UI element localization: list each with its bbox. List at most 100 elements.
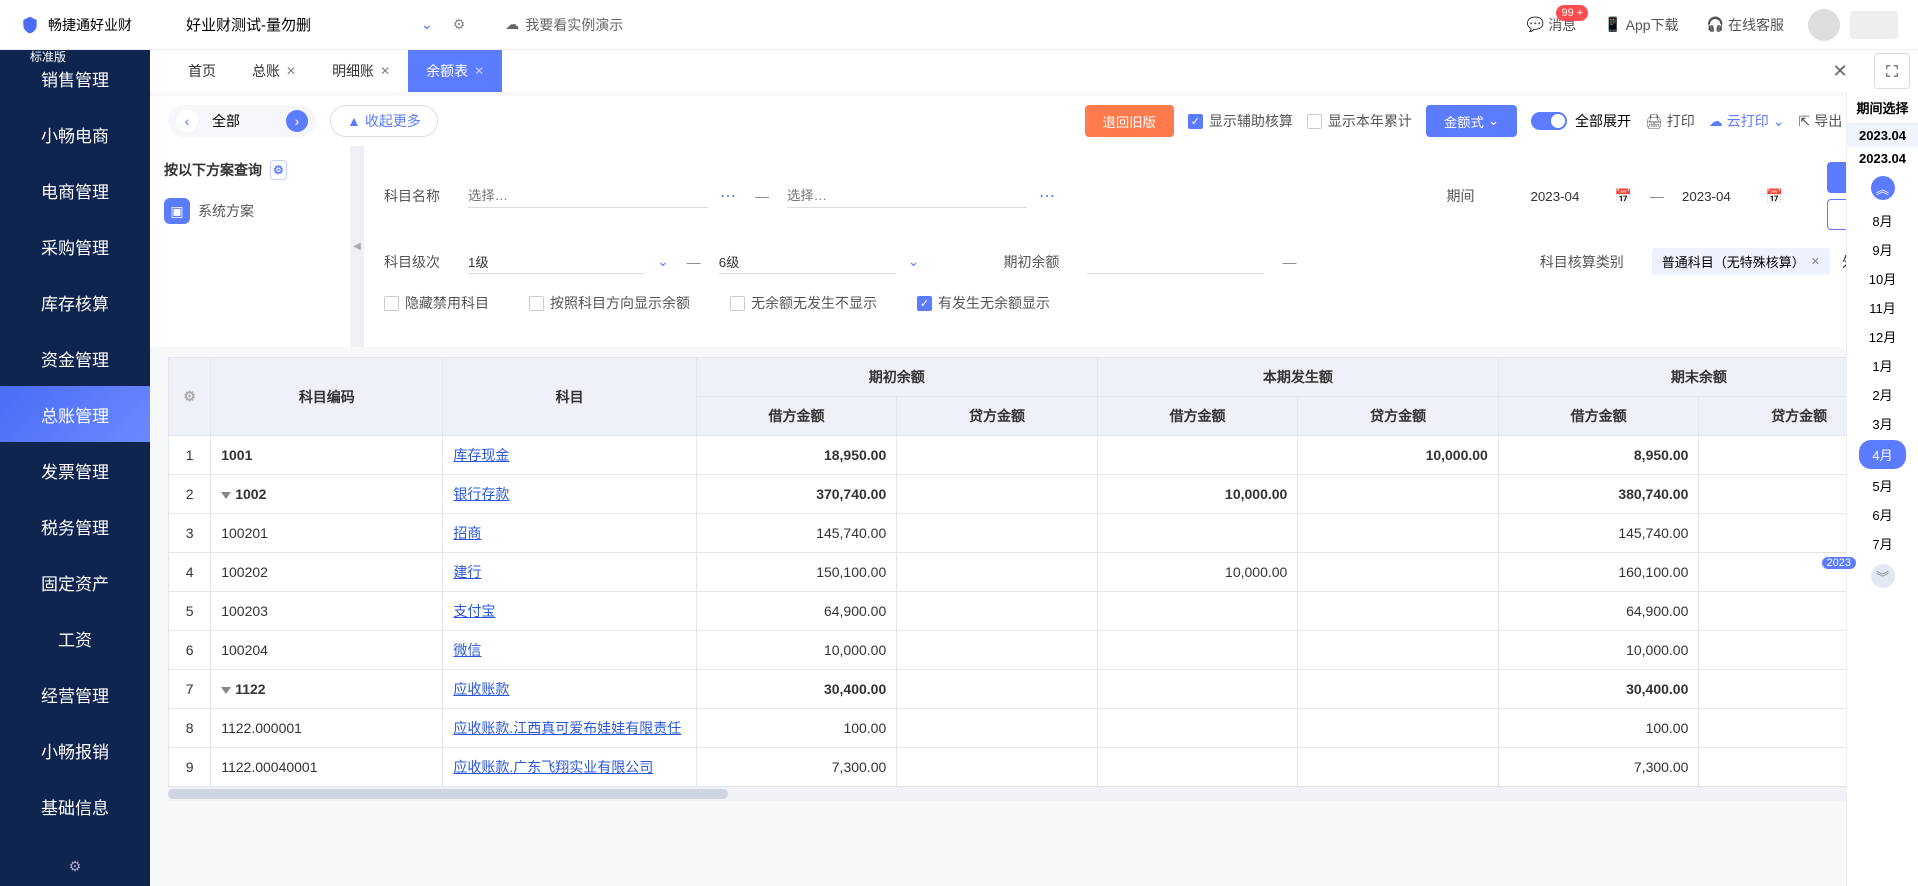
period-to[interactable]: 📅 bbox=[1682, 188, 1783, 205]
row-subject[interactable]: 银行存款 bbox=[443, 475, 696, 514]
sidebar-item[interactable]: 资金管理 bbox=[0, 330, 150, 386]
period-month[interactable]: 9月 bbox=[1847, 235, 1918, 264]
row-subject[interactable]: 应收账款.江西真可爱布娃娃有限责任 bbox=[443, 709, 696, 748]
row-subject[interactable]: 微信 bbox=[443, 631, 696, 670]
close-icon[interactable]: ✕ bbox=[380, 64, 390, 78]
sidebar-item[interactable]: 税务管理 bbox=[0, 498, 150, 554]
level-to[interactable] bbox=[719, 250, 896, 274]
row-subject[interactable]: 应收账款.广东飞翔实业有限公司 bbox=[443, 748, 696, 787]
sidebar-item[interactable]: 采购管理 bbox=[0, 218, 150, 274]
amount-mode-button[interactable]: 金额式⌄ bbox=[1426, 105, 1517, 137]
scope-next-icon[interactable]: › bbox=[286, 110, 308, 132]
table-row: 71122应收账款30,400.0030,400.00 bbox=[169, 670, 1900, 709]
print-button[interactable]: 🖨打印 bbox=[1645, 111, 1695, 131]
user-avatar[interactable] bbox=[1808, 9, 1840, 41]
sidebar-item[interactable]: 基础信息 bbox=[0, 778, 150, 834]
scope-selector[interactable]: ‹ 全部 › bbox=[168, 105, 316, 137]
no-balance-checkbox[interactable]: 无余额无发生不显示 bbox=[730, 293, 877, 313]
user-extra[interactable] bbox=[1850, 11, 1898, 39]
tab[interactable]: 明细账✕ bbox=[314, 50, 408, 92]
sidebar-item[interactable]: 经营管理 bbox=[0, 666, 150, 722]
period-month[interactable]: 11月 bbox=[1847, 293, 1918, 322]
period-year[interactable]: 2023.04 bbox=[1847, 147, 1918, 170]
expand-icon[interactable] bbox=[221, 492, 231, 499]
level-from[interactable] bbox=[468, 250, 645, 274]
table-settings-icon[interactable]: ⚙ bbox=[169, 358, 211, 436]
period-year[interactable]: 2023.04 bbox=[1847, 124, 1918, 147]
period-month[interactable]: 10月 bbox=[1847, 264, 1918, 293]
horizontal-scrollbar[interactable] bbox=[168, 787, 1900, 801]
close-icon[interactable]: ✕ bbox=[474, 64, 484, 78]
period-month[interactable]: 12月 bbox=[1847, 322, 1918, 351]
subject-name-from[interactable] bbox=[468, 184, 708, 208]
sidebar-item[interactable]: 固定资产 bbox=[0, 554, 150, 610]
row-subject[interactable]: 支付宝 bbox=[443, 592, 696, 631]
sidebar-item[interactable]: 小畅报销 bbox=[0, 722, 150, 778]
filter-gear-icon[interactable]: ⚙ bbox=[270, 160, 287, 180]
subject-name-to[interactable] bbox=[787, 184, 1027, 208]
period-month[interactable]: 6月 bbox=[1847, 500, 1918, 529]
begin-balance-input[interactable] bbox=[1087, 250, 1264, 274]
period-from[interactable]: 📅 bbox=[1530, 188, 1631, 205]
by-direction-checkbox[interactable]: 按照科目方向显示余额 bbox=[529, 293, 690, 313]
fullscreen-icon[interactable] bbox=[1874, 53, 1910, 89]
scroll-up-icon[interactable]: ︽ bbox=[1871, 176, 1895, 200]
sidebar-item[interactable]: 发票管理 bbox=[0, 442, 150, 498]
app-download-link[interactable]: 📱 App下载 bbox=[1604, 15, 1678, 35]
product-dropdown-icon[interactable]: ⌄ bbox=[421, 16, 433, 33]
row-subject[interactable]: 招商 bbox=[443, 514, 696, 553]
calendar-icon[interactable]: 📅 bbox=[1614, 188, 1631, 205]
chevron-down-icon[interactable]: ⌄ bbox=[908, 253, 920, 270]
period-month[interactable]: 4月 bbox=[1859, 440, 1906, 469]
tab[interactable]: 总账✕ bbox=[234, 50, 314, 92]
begin-balance-label: 期初余额 bbox=[1003, 252, 1075, 272]
expand-icon[interactable] bbox=[221, 687, 231, 694]
sidebar-item[interactable]: 库存核算 bbox=[0, 274, 150, 330]
customer-service-link[interactable]: 🎧 在线客服 bbox=[1707, 15, 1784, 35]
has-occur-checkbox[interactable]: ✓有发生无余额显示 bbox=[917, 293, 1050, 313]
scope-prev-icon[interactable]: ‹ bbox=[176, 110, 198, 132]
cloud-print-button[interactable]: ☁云打印⌄ bbox=[1709, 111, 1785, 131]
close-icon[interactable]: ✕ bbox=[286, 64, 296, 78]
chevron-down-icon[interactable]: ⌄ bbox=[657, 253, 669, 270]
period-month[interactable]: 8月 bbox=[1847, 206, 1918, 235]
lookup-icon[interactable]: ⋯ bbox=[720, 186, 737, 206]
period-month[interactable]: 2月 bbox=[1847, 380, 1918, 409]
sidebar-settings-icon[interactable]: ⚙ bbox=[0, 846, 150, 886]
sidebar-item[interactable]: 总账管理 bbox=[0, 386, 150, 442]
message-link[interactable]: 💬 消息 99 + bbox=[1527, 15, 1576, 35]
period-month[interactable]: 3月 bbox=[1847, 409, 1918, 438]
show-year-checkbox[interactable]: 显示本年累计 bbox=[1307, 111, 1412, 131]
scrollbar-thumb[interactable] bbox=[168, 789, 728, 799]
lookup-icon[interactable]: ⋯ bbox=[1039, 186, 1056, 206]
sidebar-item[interactable]: 电商管理 bbox=[0, 162, 150, 218]
col-period-dr: 借方金额 bbox=[1097, 397, 1298, 436]
tab[interactable]: 首页 bbox=[170, 50, 234, 92]
collapse-more-button[interactable]: ▲ 收起更多 bbox=[330, 105, 438, 137]
system-plan[interactable]: ▣ 系统方案 bbox=[164, 198, 336, 224]
settings-icon[interactable]: ⚙ bbox=[453, 16, 466, 33]
close-tab-icon[interactable]: ✕ bbox=[1826, 57, 1854, 85]
row-subject[interactable]: 库存现金 bbox=[443, 436, 696, 475]
tab[interactable]: 余额表✕ bbox=[408, 50, 502, 92]
show-aux-checkbox[interactable]: ✓显示辅助核算 bbox=[1188, 111, 1293, 131]
collapse-handle-icon[interactable]: ◀ bbox=[350, 146, 364, 347]
export-button[interactable]: ⇱导出 bbox=[1799, 111, 1843, 131]
sidebar-item[interactable]: 销售管理 bbox=[0, 50, 150, 106]
demo-link[interactable]: ☁ 我要看实例演示 bbox=[505, 15, 623, 35]
chip-remove-icon[interactable]: ✕ bbox=[1811, 255, 1820, 268]
sidebar-item[interactable]: 小畅电商 bbox=[0, 106, 150, 162]
period-month[interactable]: 7月 bbox=[1847, 529, 1918, 558]
account-type-chip[interactable]: 普通科目（无特殊核算）✕ bbox=[1652, 248, 1830, 275]
row-subject[interactable]: 建行 bbox=[443, 553, 696, 592]
expand-all-toggle[interactable] bbox=[1531, 112, 1567, 130]
row-subject[interactable]: 应收账款 bbox=[443, 670, 696, 709]
sidebar-item[interactable]: 工资 bbox=[0, 610, 150, 666]
period-month[interactable]: 5月 bbox=[1847, 471, 1918, 500]
hide-disabled-checkbox[interactable]: 隐藏禁用科目 bbox=[384, 293, 489, 313]
toolbar: ‹ 全部 › ▲ 收起更多 退回旧版 ✓显示辅助核算 显示本年累计 金额式⌄ 全… bbox=[150, 96, 1918, 146]
calendar-icon[interactable]: 📅 bbox=[1766, 188, 1783, 205]
period-month[interactable]: 1月 bbox=[1847, 351, 1918, 380]
back-old-button[interactable]: 退回旧版 bbox=[1085, 105, 1174, 137]
scroll-down-icon[interactable]: ︾ bbox=[1871, 564, 1895, 588]
